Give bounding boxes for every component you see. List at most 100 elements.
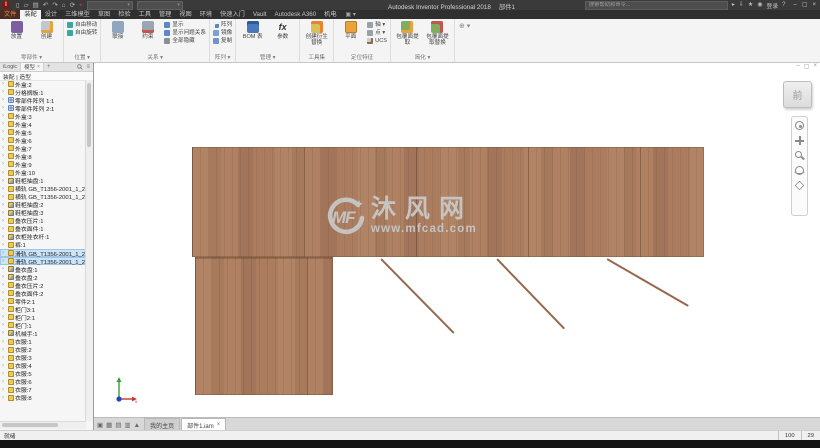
expand-icon[interactable]: › bbox=[2, 129, 6, 135]
hide-all-button[interactable]: 全部隐藏 bbox=[164, 38, 206, 45]
expand-icon[interactable]: › bbox=[2, 306, 6, 312]
tree-item[interactable]: ›外盒:3 bbox=[0, 112, 86, 120]
redo-icon[interactable]: ↷ bbox=[52, 1, 57, 10]
group-label-toolset[interactable]: 工具集 bbox=[303, 52, 330, 62]
expand-icon[interactable]: › bbox=[2, 178, 6, 184]
tree-item[interactable]: ›衣服:1 bbox=[0, 338, 86, 346]
undo-icon[interactable]: ↶ bbox=[43, 1, 48, 10]
constrain-button[interactable]: 约束 bbox=[134, 20, 161, 52]
rail-rod-1[interactable] bbox=[380, 258, 454, 334]
sign-in-button[interactable]: 登录 bbox=[767, 1, 779, 10]
place-button[interactable]: 放置 bbox=[3, 20, 30, 52]
tile-all-icon[interactable]: ▦ bbox=[106, 421, 112, 429]
full-navigation-wheel-icon[interactable] bbox=[795, 121, 804, 130]
tree-item[interactable]: ›外盒:7 bbox=[0, 144, 86, 152]
expand-icon[interactable]: › bbox=[2, 97, 6, 103]
expand-icon[interactable]: › bbox=[2, 153, 6, 159]
expand-icon[interactable]: › bbox=[2, 89, 6, 95]
viewcube[interactable]: 前 bbox=[783, 81, 812, 108]
axis-button[interactable]: 轴 ▾ bbox=[367, 22, 387, 29]
tab-Autodesk A360[interactable]: Autodesk A360 bbox=[271, 10, 321, 19]
expand-icon[interactable]: › bbox=[2, 105, 6, 111]
copy-button[interactable]: 复制 bbox=[213, 38, 232, 45]
free-rotate-button[interactable]: 自由旋转 bbox=[67, 30, 97, 37]
expand-arrow-icon[interactable]: ▸ bbox=[732, 0, 735, 10]
favorites-icon[interactable]: ★ bbox=[748, 0, 753, 10]
restore-button[interactable]: ▢ bbox=[802, 0, 808, 10]
browser-vertical-scrollbar[interactable] bbox=[85, 80, 93, 421]
tree-item[interactable]: ›零部件阵列 2:1 bbox=[0, 104, 86, 112]
derive-button[interactable]: 创建衍生 替换 bbox=[303, 20, 330, 52]
expand-icon[interactable]: › bbox=[2, 290, 6, 296]
tree-item[interactable]: ›衣服:5 bbox=[0, 370, 86, 378]
doc-close-icon[interactable]: × bbox=[813, 63, 817, 70]
tree-item[interactable]: ›外盒:8 bbox=[0, 152, 86, 160]
browser-tab-模型[interactable]: 模型× bbox=[21, 62, 44, 71]
expand-icon[interactable]: › bbox=[2, 347, 6, 353]
notifications-icon[interactable]: ⇩ bbox=[739, 0, 744, 10]
tree-item[interactable]: ›柜门2:1 bbox=[0, 313, 86, 321]
expand-icon[interactable]: › bbox=[2, 113, 6, 119]
group-label-component[interactable]: 零部件 ▾ bbox=[3, 52, 60, 62]
point-button[interactable]: 点 ▾ bbox=[367, 30, 387, 37]
pan-icon[interactable] bbox=[795, 136, 804, 145]
appearance-combo[interactable]: ▾ bbox=[137, 1, 183, 10]
mirror-button[interactable]: 镜像 bbox=[213, 30, 232, 37]
show-button[interactable]: 显示 bbox=[164, 22, 206, 29]
tree-item[interactable]: ›零件2:1 bbox=[0, 297, 86, 305]
expand-icon[interactable]: › bbox=[2, 274, 6, 280]
expand-icon[interactable]: › bbox=[2, 186, 6, 192]
shrinkwrap-sub-button[interactable]: 包覆面提取替换 bbox=[424, 20, 451, 52]
add-browser-tab-button[interactable]: + bbox=[44, 62, 54, 71]
browser-tab-iLogic[interactable]: iLogic bbox=[0, 62, 21, 71]
tile-horizontal-icon[interactable]: ▤ bbox=[115, 421, 121, 429]
ribbon-expand-button[interactable]: ⊕ ▾ bbox=[459, 22, 470, 30]
group-label-work-features[interactable]: 定位特征 bbox=[337, 52, 387, 62]
tree-item[interactable]: ›衣服:2 bbox=[0, 346, 86, 354]
expand-icon[interactable]: › bbox=[2, 371, 6, 377]
help-icon[interactable]: ? bbox=[782, 0, 785, 10]
add-icon[interactable]: + bbox=[79, 1, 83, 10]
ucs-button[interactable]: UCS bbox=[367, 38, 387, 45]
expand-icon[interactable]: › bbox=[2, 387, 6, 393]
tree-item[interactable]: ›叠衣盘:1 bbox=[0, 265, 86, 273]
expand-icon[interactable]: › bbox=[2, 234, 6, 240]
expand-icon[interactable]: › bbox=[2, 250, 6, 256]
tree-item[interactable]: ›衣服:8 bbox=[0, 394, 86, 402]
expand-icon[interactable]: › bbox=[2, 322, 6, 328]
look-at-icon[interactable] bbox=[795, 181, 805, 191]
group-label-simplify[interactable]: 简化 ▾ bbox=[394, 52, 451, 62]
tree-item[interactable]: ›衣服:3 bbox=[0, 354, 86, 362]
expand-icon[interactable]: › bbox=[2, 363, 6, 369]
tree-item[interactable]: ›机械手:1 bbox=[0, 329, 86, 337]
scrollbar-thumb[interactable] bbox=[2, 423, 58, 427]
expand-icon[interactable]: › bbox=[2, 202, 6, 208]
tree-item[interactable]: ›叠衣面件:2 bbox=[0, 289, 86, 297]
create-button[interactable]: 创建 bbox=[33, 20, 60, 52]
collapse-icon[interactable]: ▲ bbox=[134, 422, 140, 429]
joint-button[interactable]: 联接 bbox=[104, 20, 131, 52]
tree-item[interactable]: ›外盒:9 bbox=[0, 160, 86, 168]
show-sick-button[interactable]: 显示问题关系 bbox=[164, 30, 206, 37]
user-icon[interactable]: ◉ bbox=[757, 0, 762, 10]
bom-button[interactable]: BOM 表 bbox=[239, 20, 266, 52]
expand-icon[interactable]: › bbox=[2, 210, 6, 216]
open-icon[interactable]: ▱ bbox=[24, 1, 29, 10]
expand-icon[interactable]: › bbox=[2, 355, 6, 361]
expand-icon[interactable]: › bbox=[2, 258, 6, 264]
shrinkwrap-button[interactable]: 包覆面提取 bbox=[394, 20, 421, 52]
expand-icon[interactable]: › bbox=[2, 298, 6, 304]
expand-icon[interactable]: › bbox=[2, 170, 6, 176]
tree-item[interactable]: ›外盒:5 bbox=[0, 128, 86, 136]
new-icon[interactable]: ▯ bbox=[16, 1, 20, 10]
tree-item[interactable]: ›外盒:6 bbox=[0, 136, 86, 144]
parameters-button[interactable]: fx参数 bbox=[269, 20, 296, 52]
update-icon[interactable]: ⟳ bbox=[70, 1, 75, 10]
help-search-input[interactable]: 搜索帮助和命令... bbox=[585, 1, 728, 10]
orbit-icon[interactable] bbox=[795, 166, 804, 175]
group-label-pattern[interactable]: 阵列 ▾ bbox=[213, 52, 232, 62]
pattern-button[interactable]: 阵列 bbox=[213, 22, 232, 29]
tree-item[interactable]: ›衣柜挂衣杆:1 bbox=[0, 233, 86, 241]
expand-icon[interactable]: › bbox=[2, 161, 6, 167]
expand-icon[interactable]: › bbox=[2, 282, 6, 288]
